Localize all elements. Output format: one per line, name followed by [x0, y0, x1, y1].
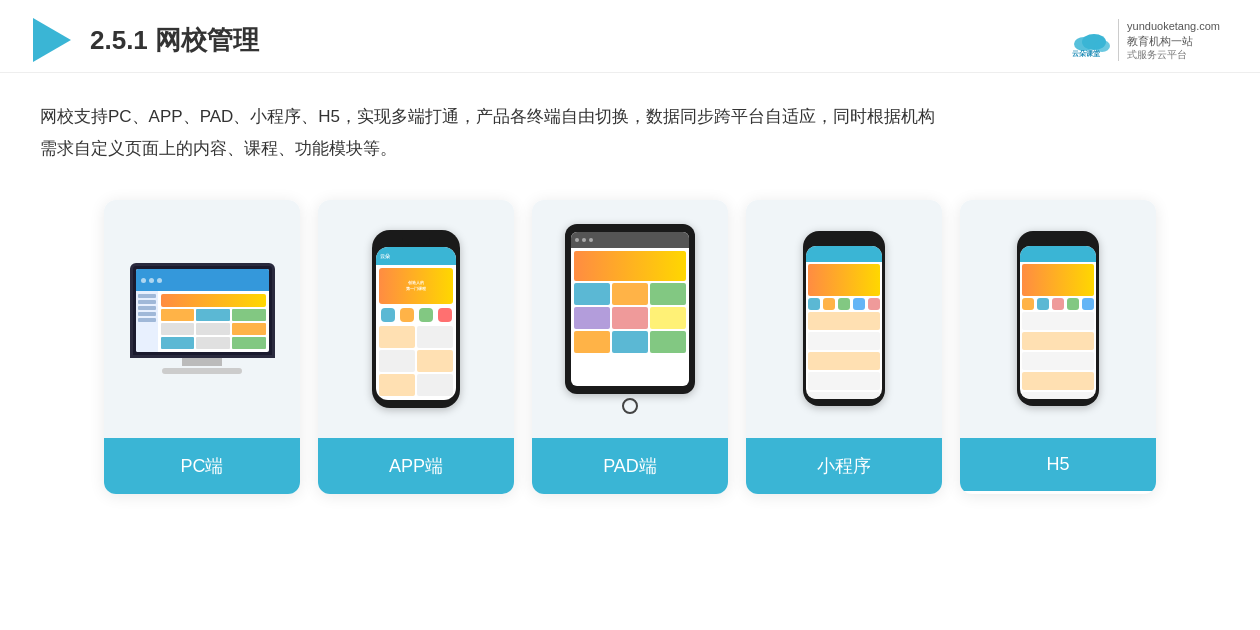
logo-tagline1: 教育机构一站 [1127, 34, 1220, 48]
pc-mockup [130, 263, 275, 374]
h5-banner [1022, 264, 1094, 296]
pc-topbar [136, 269, 269, 291]
header-right: 云朵课堂 yunduoketang.com 教育机构一站 式服务云平台 [1068, 19, 1220, 61]
phone-notch [402, 238, 430, 245]
logo-text: yunduoketang.com 教育机构一站 式服务云平台 [1118, 19, 1220, 61]
card-pc-image [104, 200, 300, 438]
phone-icons-row [379, 306, 453, 324]
logo-site: yunduoketang.com [1127, 19, 1220, 33]
card-h5: H5 [960, 200, 1156, 494]
h5-cards [1022, 312, 1094, 399]
title-bold: 网校管理 [155, 25, 259, 55]
pad-home-button [622, 398, 638, 414]
card-mini-label: 小程序 [746, 438, 942, 494]
card-pad: PAD端 [532, 200, 728, 494]
pc-row [161, 309, 266, 321]
desc-line2: 需求自定义页面上的内容、课程、功能模块等。 [40, 133, 1220, 165]
pc-dot [157, 278, 162, 283]
card-pad-label: PAD端 [532, 438, 728, 494]
pc-screen-outer [130, 263, 275, 358]
h5-topbar [1020, 246, 1096, 262]
logo: 云朵课堂 yunduoketang.com 教育机构一站 式服务云平台 [1068, 19, 1220, 61]
header: 2.5.1 网校管理 云朵课堂 yunduoketang.com 教育机构一站 … [0, 0, 1260, 73]
phone-mockup: 云朵 创造人的第一门课程 [372, 230, 460, 408]
mini-body [806, 262, 882, 399]
pc-banner [161, 294, 266, 307]
pad-banner [574, 251, 686, 281]
h5-body [1020, 262, 1096, 399]
card-pc-label: PC端 [104, 438, 300, 494]
header-left: 2.5.1 网校管理 [30, 18, 259, 62]
phone-outer: 云朵 创造人的第一门课程 [372, 230, 460, 408]
description: 网校支持PC、APP、PAD、小程序、H5，实现多端打通，产品各终端自由切换，数… [0, 73, 1260, 176]
mini-cards [808, 312, 880, 399]
card-mini-image [746, 200, 942, 438]
play-triangle-icon [33, 18, 71, 62]
card-app: 云朵 创造人的第一门课程 [318, 200, 514, 494]
pc-row2 [161, 323, 266, 335]
h5-icons [1022, 298, 1094, 310]
phone-screen: 云朵 创造人的第一门课程 [376, 247, 456, 400]
page-title: 2.5.1 网校管理 [90, 23, 259, 58]
h5-screen [1020, 246, 1096, 399]
svg-text:云朵课堂: 云朵课堂 [1072, 49, 1101, 57]
pc-sidebar [136, 291, 158, 352]
desc-line1: 网校支持PC、APP、PAD、小程序、H5，实现多端打通，产品各终端自由切换，数… [40, 101, 1220, 133]
phone-topbar: 云朵 [376, 247, 456, 265]
card-h5-image [960, 200, 1156, 438]
pc-base [162, 368, 242, 374]
pad-mockup [565, 224, 695, 414]
page-wrapper: 2.5.1 网校管理 云朵课堂 yunduoketang.com 教育机构一站 … [0, 0, 1260, 630]
phone-banner: 创造人的第一门课程 [379, 268, 453, 304]
pc-main [158, 291, 269, 352]
phone-card-row [379, 326, 453, 348]
phone-card-row3 [379, 374, 453, 396]
phone-card-row2 [379, 350, 453, 372]
card-pad-image [532, 200, 728, 438]
cards-section: PC端 云朵 创造人的第一门课程 [0, 176, 1260, 524]
title-prefix: 2.5.1 [90, 25, 155, 55]
pc-screen-inner [136, 269, 269, 352]
h5-phone-mockup [1017, 231, 1099, 406]
pad-topbar [571, 232, 689, 248]
pad-outer [565, 224, 695, 394]
card-mini: 小程序 [746, 200, 942, 494]
mini-screen [806, 246, 882, 399]
mini-icons [808, 298, 880, 310]
play-icon [30, 18, 74, 62]
mini-topbar [806, 246, 882, 262]
pc-row3 [161, 337, 266, 349]
pad-body [571, 248, 689, 356]
pc-stand [182, 358, 222, 366]
pc-body [136, 291, 269, 352]
card-app-image: 云朵 创造人的第一门课程 [318, 200, 514, 438]
cloud-logo-icon: 云朵课堂 [1068, 22, 1112, 58]
card-pc: PC端 [104, 200, 300, 494]
h5-notch [1046, 238, 1070, 244]
mini-phone-mockup [803, 231, 885, 406]
phone-body: 创造人的第一门课程 [376, 265, 456, 399]
logo-tagline2: 式服务云平台 [1127, 48, 1220, 61]
mini-notch [832, 238, 856, 244]
h5-phone-outer [1017, 231, 1099, 406]
pad-screen [571, 232, 689, 386]
mini-phone-outer [803, 231, 885, 406]
mini-banner [808, 264, 880, 296]
pc-dot [149, 278, 154, 283]
pc-dot [141, 278, 146, 283]
pad-grid [574, 283, 686, 353]
card-h5-label: H5 [960, 438, 1156, 491]
card-app-label: APP端 [318, 438, 514, 494]
